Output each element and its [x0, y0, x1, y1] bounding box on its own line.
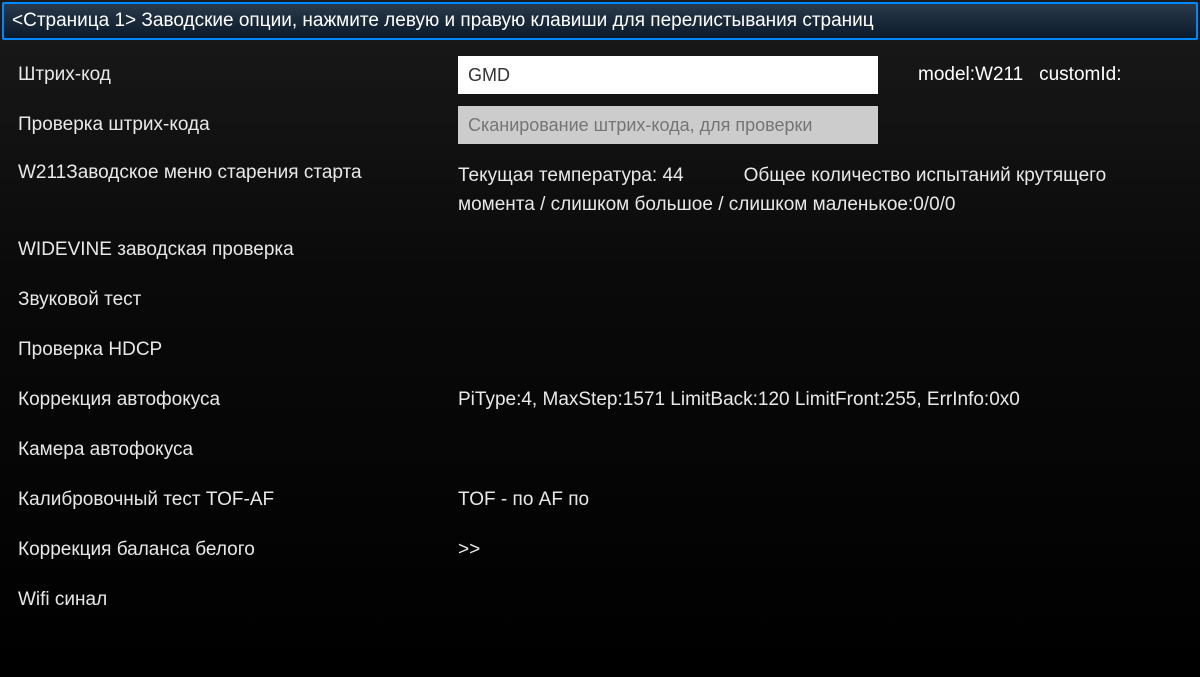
barcode-value-area: model:W211 customId:	[458, 56, 1182, 94]
model-label: model:W211	[918, 64, 1023, 85]
row-aging-menu[interactable]: W211Заводское меню старения старта Текущ…	[18, 150, 1182, 225]
sound-test-label: Звуковой тест	[18, 289, 458, 311]
hdcp-label: Проверка HDCP	[18, 339, 458, 361]
aging-menu-label: W211Заводское меню старения старта	[18, 162, 458, 184]
widevine-label: WIDEVINE заводская проверка	[18, 239, 458, 261]
tof-af-label: Калибровочный тест TOF-AF	[18, 489, 458, 511]
white-balance-label: Коррекция баланса белого	[18, 539, 458, 561]
wifi-label: Wifi синал	[18, 589, 458, 611]
row-wifi[interactable]: Wifi синал	[18, 575, 1182, 625]
barcode-label: Штрих-код	[18, 64, 458, 86]
barcode-check-label: Проверка штрих-кода	[18, 114, 458, 136]
row-tof-af[interactable]: Калибровочный тест TOF-AF TOF - по AF по	[18, 475, 1182, 525]
barcode-check-value-area	[458, 106, 1182, 144]
row-barcode-check[interactable]: Проверка штрих-кода	[18, 100, 1182, 150]
row-sound-test[interactable]: Звуковой тест	[18, 275, 1182, 325]
row-widevine[interactable]: WIDEVINE заводская проверка	[18, 225, 1182, 275]
header-title: <Страница 1> Заводские опции, нажмите ле…	[12, 10, 874, 31]
barcode-input[interactable]	[458, 56, 878, 94]
custom-id-label: customId:	[1039, 64, 1121, 85]
row-autofocus-correction[interactable]: Коррекция автофокуса PiType:4, MaxStep:1…	[18, 375, 1182, 425]
model-info: model:W211 customId:	[918, 64, 1121, 86]
row-white-balance[interactable]: Коррекция баланса белого >>	[18, 525, 1182, 575]
autofocus-correction-label: Коррекция автофокуса	[18, 389, 458, 411]
settings-list: Штрих-код model:W211 customId: Проверка …	[0, 42, 1200, 633]
row-autofocus-camera[interactable]: Камера автофокуса	[18, 425, 1182, 475]
aging-menu-value: Текущая температура: 44Общее количество …	[458, 162, 1182, 219]
autofocus-correction-value: PiType:4, MaxStep:1571 LimitBack:120 Lim…	[458, 389, 1182, 411]
tof-af-value: TOF - по AF по	[458, 489, 1182, 511]
temperature-label: Текущая температура: 44	[458, 165, 684, 186]
barcode-check-input[interactable]	[458, 106, 878, 144]
white-balance-value: >>	[458, 539, 1182, 561]
autofocus-camera-label: Камера автофокуса	[18, 439, 458, 461]
row-barcode[interactable]: Штрих-код model:W211 customId:	[18, 50, 1182, 100]
row-hdcp[interactable]: Проверка HDCP	[18, 325, 1182, 375]
page-header: <Страница 1> Заводские опции, нажмите ле…	[2, 2, 1198, 40]
